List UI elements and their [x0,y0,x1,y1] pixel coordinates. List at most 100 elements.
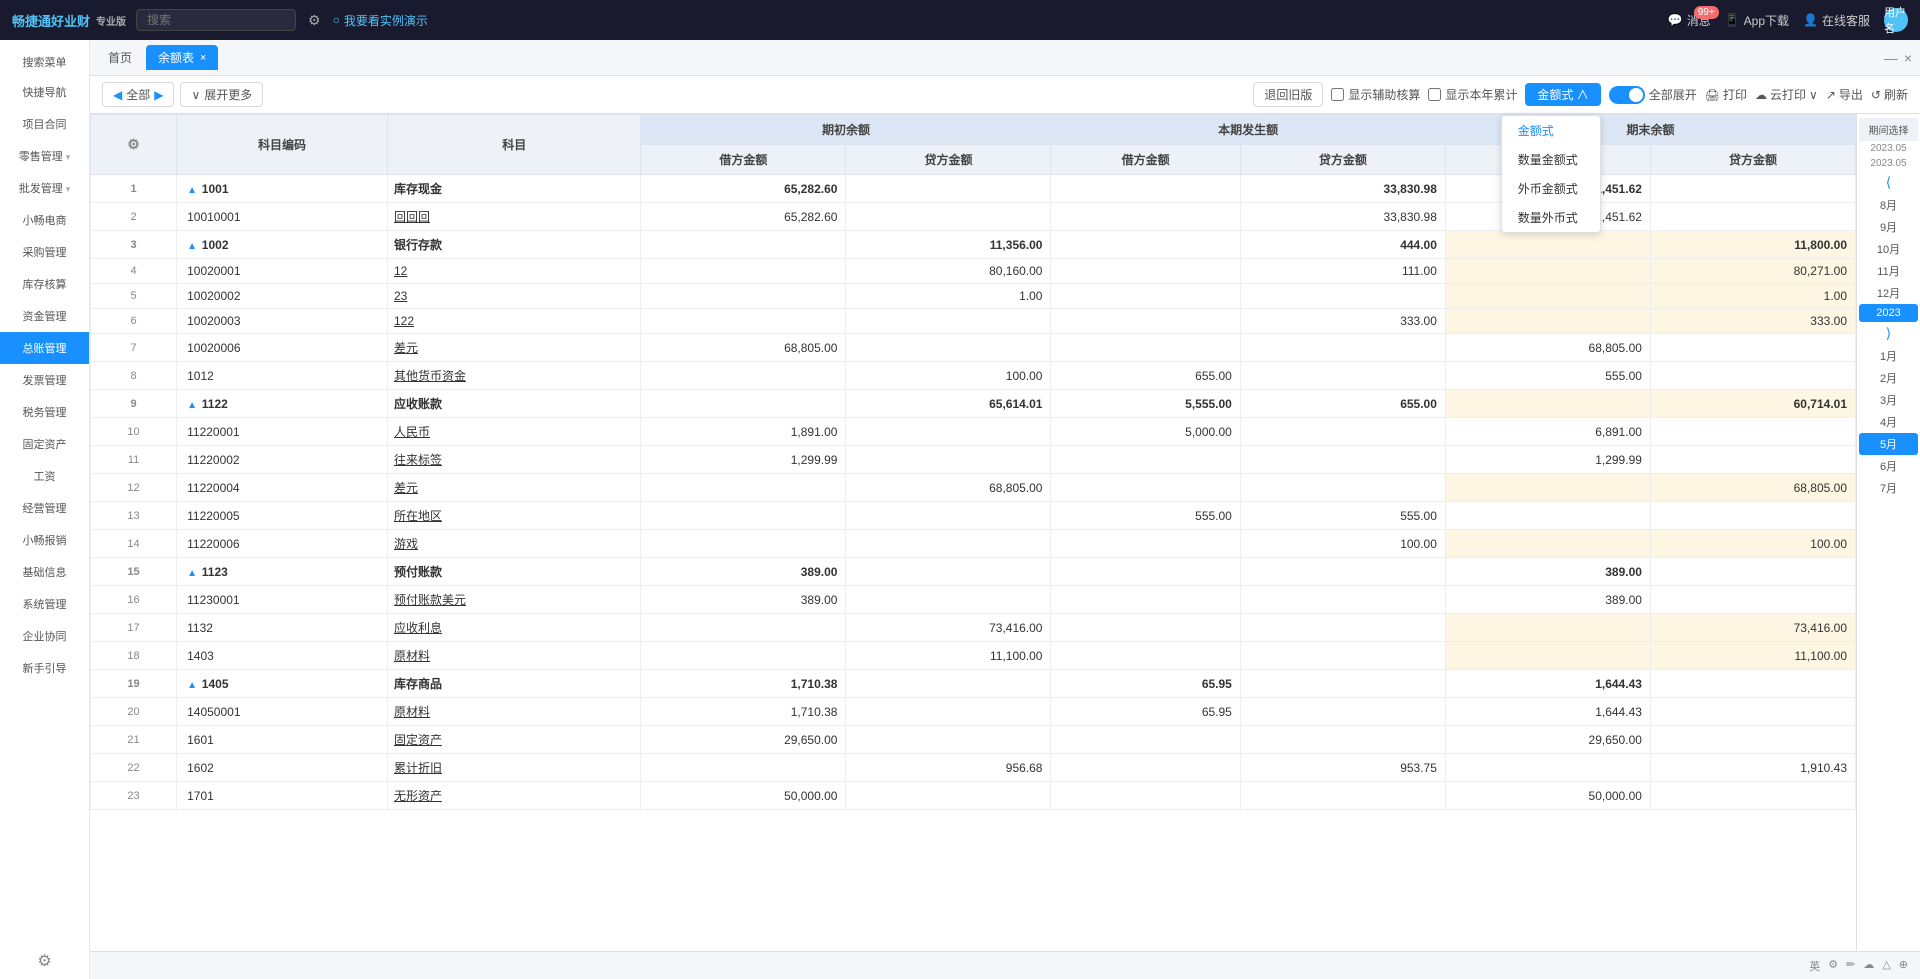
subject-name-cell[interactable]: 游戏 [387,530,640,558]
sidebar-item-operations[interactable]: 经营管理 [0,492,89,524]
sidebar-search[interactable]: 搜索菜单 [0,48,89,76]
subject-name-cell[interactable]: 预付账款 [387,558,640,586]
month-8[interactable]: 8月 [1859,194,1918,216]
month-4[interactable]: 4月 [1859,411,1918,433]
sidebar-item-inventory[interactable]: 库存核算 [0,268,89,300]
settings-icon[interactable]: ⚙ [127,136,140,152]
top-search-input[interactable] [136,9,296,31]
online-service-btn[interactable]: 👤 在线客服 [1803,12,1870,29]
sidebar-item-enterprise[interactable]: 企业协同 [0,620,89,652]
avatar[interactable]: 用户名 [1884,8,1908,32]
subject-name-cell[interactable]: 12 [387,259,640,284]
export-btn[interactable]: ↗ 导出 [1826,86,1863,103]
expand-icon[interactable]: ▲ [187,568,200,579]
minimize-btn[interactable]: — [1884,50,1898,66]
subject-name-cell[interactable]: 无形资产 [387,782,640,810]
demo-link[interactable]: ○ 我要看实例演示 [333,12,428,29]
sidebar-item-payroll[interactable]: 工资 [0,460,89,492]
status-plus-icon[interactable]: ⊕ [1899,958,1908,974]
sidebar-item-tax[interactable]: 税务管理 [0,396,89,428]
subject-name-cell[interactable]: 库存现金 [387,175,640,203]
style-dropdown-menu: 金额式 数量金额式 外币金额式 数量外币式 [1501,115,1601,233]
sidebar-item-ledger[interactable]: 总账管理 [0,332,89,364]
subject-name-cell[interactable]: 人民币 [387,418,640,446]
auxiliary-checkbox[interactable] [1331,88,1344,101]
refresh-btn[interactable]: ↺ 刷新 [1871,86,1908,103]
expand-icon[interactable]: ▲ [187,185,200,196]
style-option-qty-fx[interactable]: 数量外币式 [1502,203,1600,232]
sidebar-item-system[interactable]: 系统管理 [0,588,89,620]
month-9[interactable]: 9月 [1859,216,1918,238]
month-5[interactable]: 5月 [1859,433,1918,455]
year-2023-marker[interactable]: 2023 [1859,304,1918,322]
settings-icon[interactable]: ⚙ [308,12,321,29]
status-settings-icon[interactable]: ⚙ [1828,958,1838,974]
subject-name-cell[interactable]: 库存商品 [387,670,640,698]
subject-name-cell[interactable]: 122 [387,309,640,334]
status-lang[interactable]: 英 [1809,958,1820,974]
sidebar-item-funds[interactable]: 资金管理 [0,300,89,332]
sidebar-item-expense[interactable]: 小畅报销 [0,524,89,556]
style-option-qty-amount[interactable]: 数量金额式 [1502,145,1600,174]
status-edit-icon[interactable]: ✏ [1846,958,1855,974]
subject-name-cell[interactable]: 23 [387,284,640,309]
sidebar-item-wholesale[interactable]: 批发管理 ▾ [0,172,89,204]
subject-name-cell[interactable]: 差元 [387,474,640,502]
sidebar-item-ecommerce[interactable]: 小畅电商 [0,204,89,236]
sidebar-item-invoice[interactable]: 发票管理 [0,364,89,396]
expand-more-btn[interactable]: ∨ 展开更多 [180,82,263,107]
subject-name-cell[interactable]: 固定资产 [387,726,640,754]
sidebar-item-basic-info[interactable]: 基础信息 [0,556,89,588]
sidebar-gear-icon[interactable]: ⚙ [37,953,51,970]
subject-name-cell[interactable]: 往来标签 [387,446,640,474]
expand-icon[interactable]: ▲ [187,400,200,411]
print-btn[interactable]: 🖨 打印 [1705,86,1747,103]
tab-home[interactable]: 首页 [98,45,142,70]
ytd-checkbox[interactable] [1428,88,1441,101]
subject-name-cell[interactable]: 差元 [387,334,640,362]
sidebar-item-project[interactable]: 项目合同 [0,108,89,140]
app-download-btn[interactable]: 📱 App下载 [1725,12,1789,29]
expand-panel-btn[interactable]: ⟩ [1859,322,1918,345]
subject-name-cell[interactable]: 其他货币资金 [387,362,640,390]
collapse-btn[interactable]: ⟨ [1859,171,1918,194]
tab-balance[interactable]: 余额表 × [146,45,218,70]
cloud-print-btn[interactable]: ☁ 云打印 ∨ [1755,86,1818,103]
subject-name-cell[interactable]: 所在地区 [387,502,640,530]
subject-name-cell[interactable]: 预付账款美元 [387,586,640,614]
sidebar-item-retail[interactable]: 零售管理 ▾ [0,140,89,172]
status-cloud-icon[interactable]: ☁ [1863,958,1874,974]
close-all-btn[interactable]: × [1904,50,1912,66]
subject-name-cell[interactable]: 应收利息 [387,614,640,642]
filter-btn[interactable]: ◀ 全部 ▶ [102,82,174,107]
tab-close-icon[interactable]: × [200,52,206,64]
month-2[interactable]: 2月 [1859,367,1918,389]
subject-name-cell[interactable]: 回回回 [387,203,640,231]
month-10[interactable]: 10月 [1859,238,1918,260]
month-6[interactable]: 6月 [1859,455,1918,477]
month-1[interactable]: 1月 [1859,345,1918,367]
status-triangle-icon[interactable]: △ [1882,958,1890,974]
month-3[interactable]: 3月 [1859,389,1918,411]
sidebar-item-beginner[interactable]: 新手引导 [0,652,89,684]
sidebar-item-purchase[interactable]: 采购管理 [0,236,89,268]
style-option-amount[interactable]: 金额式 [1502,116,1600,145]
message-btn[interactable]: 💬 消息 99+ [1668,12,1711,29]
sidebar-item-fixed-assets[interactable]: 固定资产 [0,428,89,460]
subject-name-cell[interactable]: 原材料 [387,698,640,726]
expand-icon[interactable]: ▲ [187,241,200,252]
expand-icon[interactable]: ▲ [187,680,200,691]
subject-name-cell[interactable]: 累计折旧 [387,754,640,782]
month-7[interactable]: 7月 [1859,477,1918,499]
subject-name-cell[interactable]: 银行存款 [387,231,640,259]
month-11[interactable]: 11月 [1859,260,1918,282]
style-btn[interactable]: 金额式 ∧ [1525,83,1600,106]
month-12[interactable]: 12月 [1859,282,1918,304]
subject-name-cell[interactable]: 原材料 [387,642,640,670]
sidebar-item-quick-nav[interactable]: 快捷导航 [0,76,89,108]
style-option-fx-amount[interactable]: 外币金额式 [1502,174,1600,203]
back-old-version-btn[interactable]: 退回旧版 [1253,82,1323,107]
subject-name-cell[interactable]: 应收账款 [387,390,640,418]
col-settings[interactable]: ⚙ [91,115,177,175]
expand-toggle[interactable] [1609,86,1645,104]
